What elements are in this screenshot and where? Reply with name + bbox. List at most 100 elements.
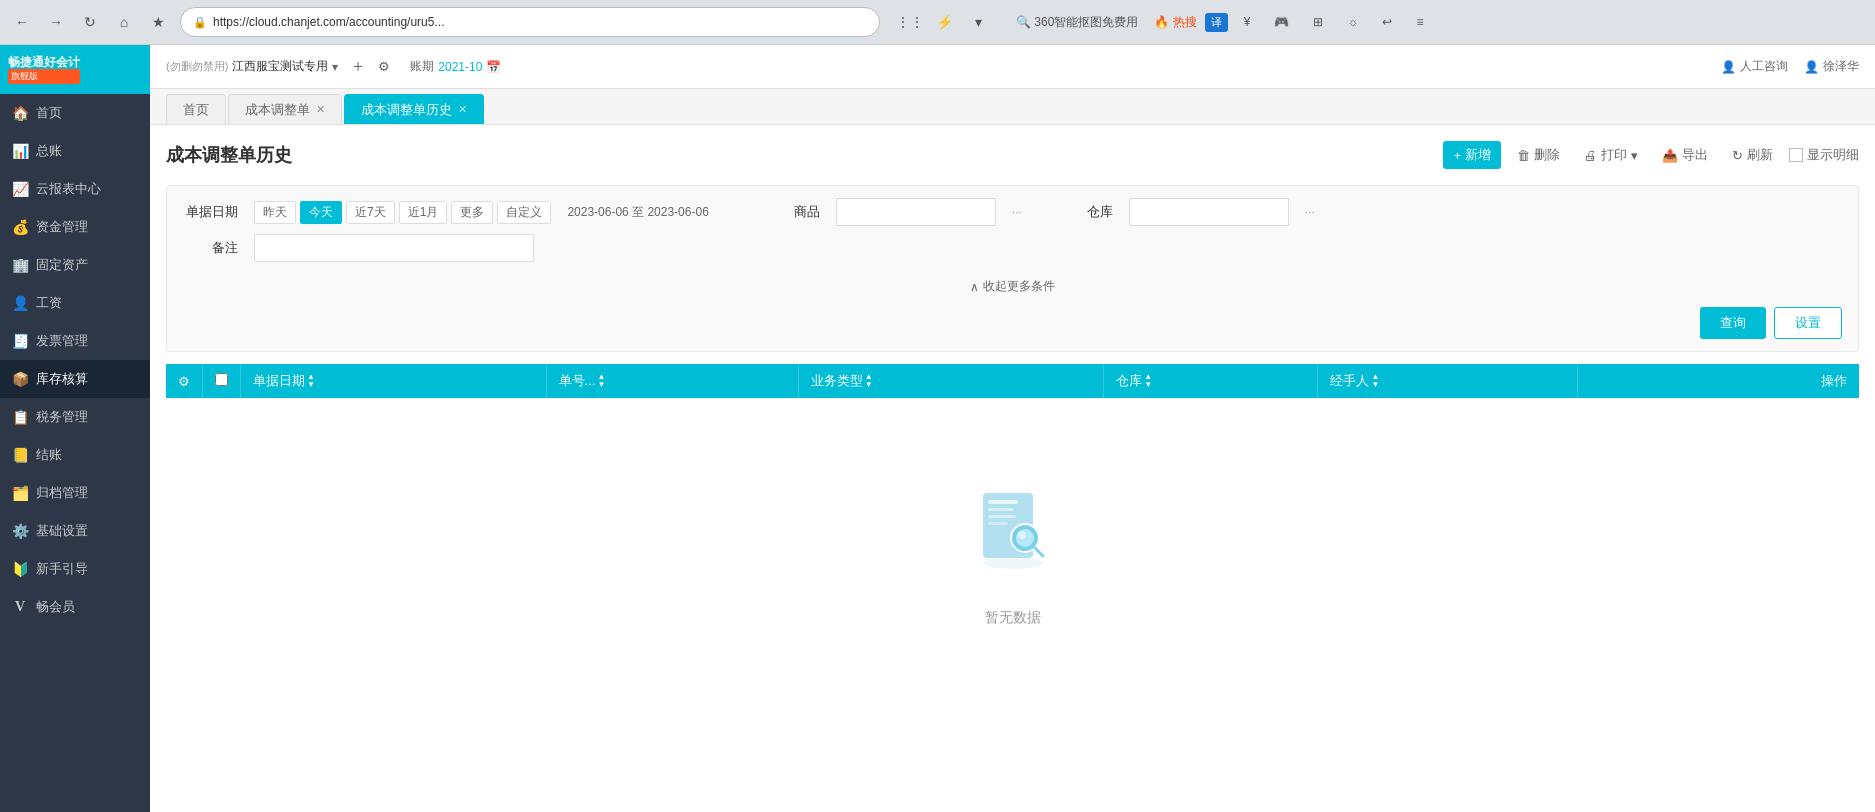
page-header: 成本调整单历史 + 新增 🗑 删除 🖨 打印 ▾ — [166, 141, 1859, 169]
col-settings[interactable]: ⚙ — [166, 364, 203, 398]
sidebar-item-archive[interactable]: 🗂️ 归档管理 — [0, 474, 150, 512]
sidebar-logo[interactable]: 畅捷通好会计 旗舰版 — [0, 45, 150, 94]
remark-filter-input[interactable] — [254, 234, 534, 262]
tool-2[interactable]: 🎮 — [1266, 13, 1297, 31]
sidebar-item-assets[interactable]: 🏢 固定资产 — [0, 246, 150, 284]
tool-4[interactable]: ☼ — [1339, 13, 1366, 31]
col-warehouse[interactable]: 仓库 ▲▼ — [1104, 364, 1318, 398]
sidebar-item-inventory[interactable]: 📦 库存核算 — [0, 360, 150, 398]
logo-badge: 旗舰版 — [8, 69, 80, 84]
delete-icon: 🗑 — [1517, 148, 1530, 163]
sidebar-item-guide[interactable]: 🔰 新手引导 — [0, 550, 150, 588]
dropdown-arrow-icon: ▾ — [332, 60, 338, 74]
company-selector[interactable]: (勿删勿禁用) 江西服宝测试专用 ▾ — [166, 58, 338, 75]
collapse-button[interactable]: ∧ 收起更多条件 — [970, 278, 1055, 295]
sidebar-item-closing[interactable]: 📒 结账 — [0, 436, 150, 474]
setup-button[interactable]: 设置 — [1774, 307, 1842, 339]
date-btn-more[interactable]: 更多 — [451, 201, 493, 224]
search-tool[interactable]: 🔍 360智能抠图免费用 — [1008, 12, 1146, 33]
export-button[interactable]: 📤 导出 — [1654, 142, 1716, 168]
add-button[interactable]: + 新增 — [1443, 141, 1501, 169]
date-btn-yesterday[interactable]: 昨天 — [254, 201, 296, 224]
sidebar-item-reports[interactable]: 📈 云报表中心 — [0, 170, 150, 208]
warehouse-more-icon[interactable]: ··· — [1305, 205, 1315, 219]
col-type[interactable]: 业务类型 ▲▼ — [798, 364, 1104, 398]
forward-button[interactable]: → — [42, 8, 70, 36]
calendar-icon[interactable]: 📅 — [486, 60, 501, 74]
member-icon: V — [12, 599, 28, 615]
print-label: 打印 — [1601, 146, 1627, 164]
date-btn-7days[interactable]: 近7天 — [346, 201, 395, 224]
print-button[interactable]: 🖨 打印 ▾ — [1576, 142, 1646, 168]
settings-gear-icon[interactable]: ⚙ — [378, 59, 390, 74]
sidebar-item-funds[interactable]: 💰 资金管理 — [0, 208, 150, 246]
sidebar: 畅捷通好会计 旗舰版 🏠 首页 📊 总账 📈 云报表中心 💰 资金管理 🏢 固定… — [0, 45, 150, 812]
empty-illustration — [963, 478, 1063, 597]
col-handler[interactable]: 经手人 ▲▼ — [1318, 364, 1578, 398]
sidebar-label-payroll: 工资 — [36, 294, 62, 312]
tab-cost-adjust-close-icon[interactable]: ✕ — [316, 103, 325, 116]
refresh-label: 刷新 — [1747, 146, 1773, 164]
tab-cost-adjust[interactable]: 成本调整单 ✕ — [228, 94, 342, 124]
back-button[interactable]: ← — [8, 8, 36, 36]
service-button[interactable]: 👤 人工咨询 — [1721, 58, 1788, 75]
tab-home[interactable]: 首页 — [166, 94, 226, 124]
sort-arrows-warehouse: ▲▼ — [1144, 373, 1152, 389]
sort-arrows-number: ▲▼ — [597, 373, 605, 389]
date-btn-today[interactable]: 今天 — [300, 201, 342, 224]
print-dropdown-icon: ▾ — [1631, 148, 1638, 163]
sidebar-item-member[interactable]: V 畅会员 — [0, 588, 150, 626]
tool-3[interactable]: ⊞ — [1305, 13, 1331, 31]
svg-rect-5 — [988, 522, 1008, 525]
data-table: ⚙ 单据日期 ▲▼ 单号... — [166, 364, 1859, 398]
select-all-checkbox[interactable] — [215, 373, 228, 386]
date-btn-1month[interactable]: 近1月 — [399, 201, 448, 224]
home-button[interactable]: ⌂ — [110, 8, 138, 36]
tool-5[interactable]: ↩ — [1374, 13, 1400, 31]
date-btn-custom[interactable]: 自定义 — [497, 201, 551, 224]
tab-cost-adjust-history[interactable]: 成本调整单历史 ✕ — [344, 94, 484, 124]
filter-row-remark: 备注 — [183, 234, 1842, 262]
query-button[interactable]: 查询 — [1700, 307, 1766, 339]
grid-button[interactable]: ⋮⋮ — [896, 8, 924, 36]
reload-button[interactable]: ↻ — [76, 8, 104, 36]
tax-icon: 📋 — [12, 409, 28, 425]
col-checkbox[interactable] — [203, 364, 241, 398]
goods-filter-input[interactable] — [836, 198, 996, 226]
sidebar-item-payroll[interactable]: 👤 工资 — [0, 284, 150, 322]
col-operations: 操作 — [1578, 364, 1859, 398]
sidebar-item-tax[interactable]: 📋 税务管理 — [0, 398, 150, 436]
col-number[interactable]: 单号... ▲▼ — [546, 364, 798, 398]
translate-button[interactable]: 译 — [1205, 13, 1228, 32]
tab-home-label: 首页 — [183, 101, 209, 119]
browser-chrome: ← → ↻ ⌂ ★ 🔒 https://cloud.chanjet.com/ac… — [0, 0, 1875, 45]
sidebar-item-home[interactable]: 🏠 首页 — [0, 94, 150, 132]
period-label: 账期 — [410, 58, 434, 75]
tab-cost-adjust-history-close-icon[interactable]: ✕ — [458, 103, 467, 116]
display-checkbox[interactable] — [1789, 148, 1803, 162]
dropdown-button[interactable]: ▾ — [964, 8, 992, 36]
warehouse-filter-input[interactable] — [1129, 198, 1289, 226]
hot-search[interactable]: 🔥 热搜 — [1154, 14, 1196, 31]
page-actions: + 新增 🗑 删除 🖨 打印 ▾ 📤 导出 — [1443, 141, 1859, 169]
bookmark-button[interactable]: ★ — [144, 8, 172, 36]
sidebar-item-settings[interactable]: ⚙️ 基础设置 — [0, 512, 150, 550]
home-icon: 🏠 — [12, 105, 28, 121]
svg-rect-2 — [988, 500, 1018, 504]
sidebar-item-invoice[interactable]: 🧾 发票管理 — [0, 322, 150, 360]
remark-filter-label: 备注 — [183, 239, 238, 257]
user-info[interactable]: 👤 徐泽华 — [1804, 58, 1859, 75]
tool-6[interactable]: ≡ — [1408, 13, 1431, 31]
delete-button[interactable]: 🗑 删除 — [1509, 142, 1568, 168]
tool-1[interactable]: ¥ — [1236, 13, 1259, 31]
col-date[interactable]: 单据日期 ▲▼ — [241, 364, 547, 398]
lightning-button[interactable]: ⚡ — [930, 8, 958, 36]
add-company-button[interactable]: ＋ — [350, 56, 366, 77]
user-name: 徐泽华 — [1823, 58, 1859, 75]
refresh-button[interactable]: ↻ 刷新 — [1724, 142, 1781, 168]
display-toggle[interactable]: 显示明细 — [1789, 146, 1859, 164]
address-bar[interactable]: 🔒 https://cloud.chanjet.com/accounting/u… — [180, 7, 880, 37]
delete-label: 删除 — [1534, 146, 1560, 164]
goods-more-icon[interactable]: ··· — [1012, 205, 1022, 219]
sidebar-item-ledger[interactable]: 📊 总账 — [0, 132, 150, 170]
